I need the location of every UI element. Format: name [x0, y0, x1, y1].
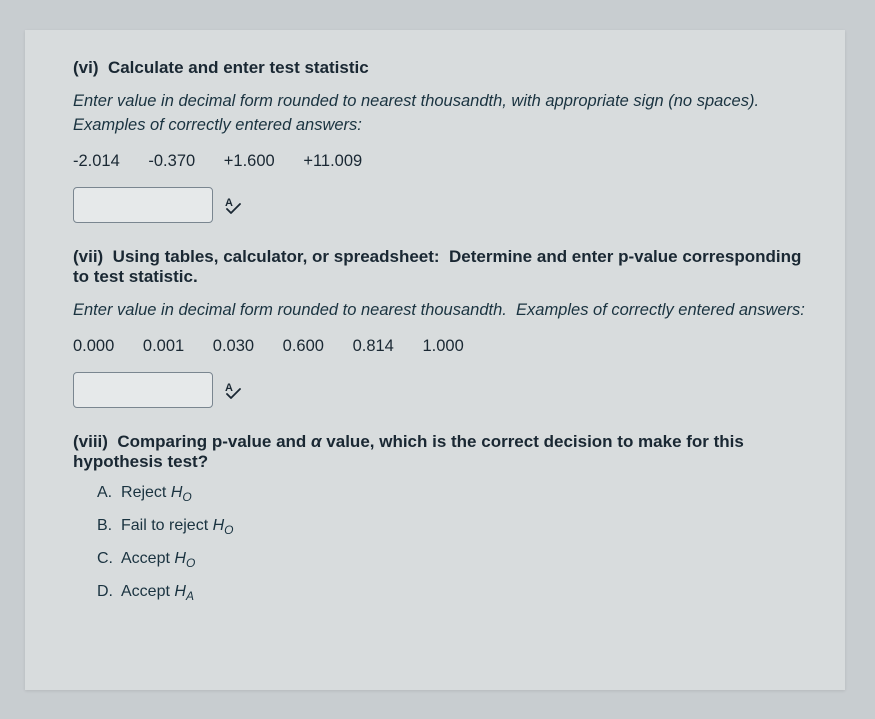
choice-list: A. Reject HO B. Fail to reject HO C. Acc…	[73, 484, 805, 604]
worksheet-page: (vi) Calculate and enter test statistic …	[25, 30, 845, 690]
choice-a[interactable]: A. Reject HO	[97, 484, 805, 504]
choice-c[interactable]: C. Accept HO	[97, 550, 805, 570]
question-vi-input-row: A	[73, 187, 805, 223]
choice-c-text: C. Accept	[97, 550, 174, 567]
question-vii-instruction: Enter value in decimal form rounded to n…	[73, 299, 805, 323]
question-vii: (vii) Using tables, calculator, or sprea…	[73, 247, 805, 408]
example-value: -0.370	[148, 152, 195, 171]
question-vii-heading: (vii) Using tables, calculator, or sprea…	[73, 247, 805, 287]
svg-text:A: A	[225, 197, 233, 209]
question-viii-heading: (viii) Comparing p-value and α value, wh…	[73, 432, 805, 472]
example-value: 0.814	[353, 337, 394, 356]
h-symbol: HO	[171, 484, 192, 501]
example-value: +11.009	[303, 152, 362, 171]
example-value: -2.014	[73, 152, 120, 171]
question-vii-input-row: A	[73, 372, 805, 408]
example-value: 0.600	[283, 337, 324, 356]
p-value-input[interactable]	[73, 372, 213, 408]
example-value: 0.030	[213, 337, 254, 356]
question-vi: (vi) Calculate and enter test statistic …	[73, 58, 805, 223]
example-value: 0.000	[73, 337, 114, 356]
heading-prefix: (viii) Comparing p-value and	[73, 432, 311, 451]
h-symbol: HO	[213, 517, 234, 534]
choice-b-text: B. Fail to reject	[97, 517, 213, 534]
example-value: 0.001	[143, 337, 184, 356]
question-vi-instruction: Enter value in decimal form rounded to n…	[73, 90, 805, 138]
spellcheck-icon[interactable]: A	[225, 381, 243, 399]
choice-d[interactable]: D. Accept HA	[97, 583, 805, 603]
choice-d-text: D. Accept	[97, 583, 174, 600]
example-value: +1.600	[224, 152, 275, 171]
h-symbol: HO	[174, 550, 195, 567]
h-symbol: HA	[174, 583, 194, 600]
alpha-symbol: α	[311, 432, 322, 451]
question-vi-heading: (vi) Calculate and enter test statistic	[73, 58, 805, 78]
test-statistic-input[interactable]	[73, 187, 213, 223]
question-vii-examples: 0.000 0.001 0.030 0.600 0.814 1.000	[73, 337, 805, 356]
question-vi-examples: -2.014 -0.370 +1.600 +11.009	[73, 152, 805, 171]
example-value: 1.000	[422, 337, 463, 356]
choice-a-text: A. Reject	[97, 484, 171, 501]
question-viii: (viii) Comparing p-value and α value, wh…	[73, 432, 805, 604]
choice-b[interactable]: B. Fail to reject HO	[97, 517, 805, 537]
spellcheck-icon[interactable]: A	[225, 196, 243, 214]
svg-text:A: A	[225, 382, 233, 394]
